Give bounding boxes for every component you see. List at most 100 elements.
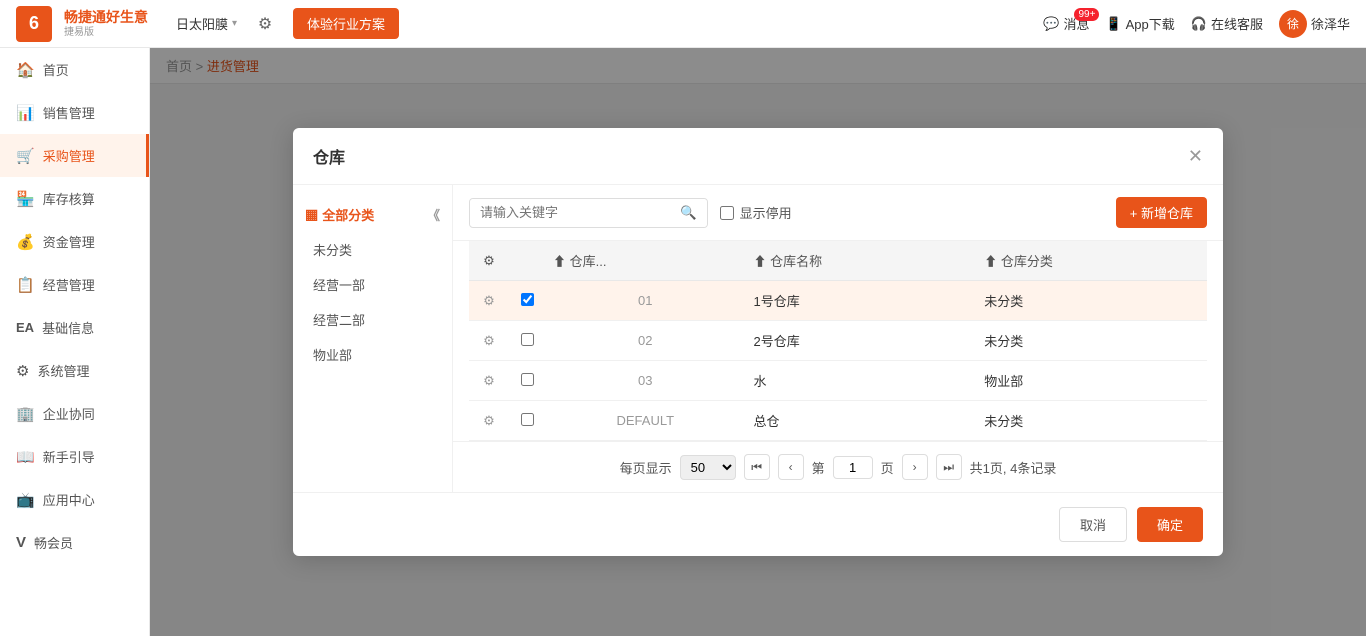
warehouse-table: ⚙ ⬆ 仓库... ⬆ 仓库名称	[469, 241, 1207, 441]
sidebar-item-inventory[interactable]: 🏪 库存核算	[0, 177, 149, 220]
brand-title: 畅捷通好生意	[64, 8, 148, 26]
col-header-settings[interactable]: ⚙	[469, 241, 509, 281]
table-row[interactable]: ⚙ 02 2号仓库 未分类	[469, 321, 1207, 361]
row-checkbox[interactable]	[521, 333, 534, 346]
row-name: 总仓	[746, 401, 977, 441]
row-checkbox-cell[interactable]	[509, 321, 545, 361]
col-header-code[interactable]: ⬆ 仓库...	[545, 241, 746, 281]
table-row[interactable]: ⚙ 03 水 物业部	[469, 361, 1207, 401]
category-item-dept1[interactable]: 经营一部	[293, 267, 452, 302]
warehouse-table-wrap: ⚙ ⬆ 仓库... ⬆ 仓库名称	[453, 241, 1223, 441]
table-row[interactable]: ⚙ 01 1号仓库 未分类	[469, 281, 1207, 321]
page-label: 第	[812, 458, 825, 477]
category-all-label[interactable]: 全部分类	[322, 205, 374, 224]
user-menu[interactable]: 徐 徐泽华	[1279, 10, 1350, 38]
settings-icon[interactable]: ⚙	[249, 8, 281, 40]
topbar-right: 💬 消息 99+ 📱 App下载 🎧 在线客服 徐 徐泽华	[1043, 10, 1350, 38]
sidebar-item-home[interactable]: 🏠 首页	[0, 48, 149, 91]
finance-icon: 💰	[16, 233, 35, 251]
first-page-button[interactable]: ⏮	[744, 454, 770, 480]
row-checkbox[interactable]	[521, 413, 534, 426]
enterprise-icon: 🏢	[16, 405, 35, 423]
per-page-label: 每页显示	[620, 458, 672, 477]
row-checkbox-cell[interactable]	[509, 401, 545, 441]
category-header: ▦ 全部分类 《	[293, 197, 452, 232]
sidebar-label-apps: 应用中心	[43, 490, 95, 509]
show-disabled-checkbox[interactable]	[720, 206, 734, 220]
col-header-name[interactable]: ⬆ 仓库名称	[746, 241, 977, 281]
next-page-button[interactable]: ›	[902, 454, 928, 480]
dialog-body: ▦ 全部分类 《 未分类 经营一部 经营二部 物业部	[293, 185, 1223, 492]
row-gear-icon[interactable]: ⚙	[469, 361, 509, 401]
cancel-button[interactable]: 取消	[1059, 507, 1127, 542]
add-warehouse-button[interactable]: + 新增仓库	[1116, 197, 1207, 228]
row-checkbox-cell[interactable]	[509, 281, 545, 321]
inventory-icon: 🏪	[16, 190, 35, 208]
row-checkbox[interactable]	[521, 293, 534, 306]
avatar: 徐	[1279, 10, 1307, 38]
message-button[interactable]: 💬 消息 99+	[1043, 14, 1089, 33]
category-item-dept2[interactable]: 经营二部	[293, 302, 452, 337]
row-number: 03	[545, 361, 746, 401]
online-service-button[interactable]: 🎧 在线客服	[1191, 14, 1263, 33]
row-checkbox[interactable]	[521, 373, 534, 386]
last-page-button[interactable]: ⏭	[936, 454, 962, 480]
store-selector[interactable]: 日太阳膜 ▾	[176, 14, 237, 33]
row-gear-icon[interactable]: ⚙	[469, 401, 509, 441]
col-header-check	[509, 241, 545, 281]
layout: 🏠 首页 📊 销售管理 🛒 采购管理 🏪 库存核算 💰 资金管理 📋 经营管理 …	[0, 48, 1366, 636]
sidebar-label-finance: 资金管理	[43, 232, 95, 251]
dialog-title: 仓库	[313, 144, 345, 168]
prev-page-button[interactable]: ‹	[778, 454, 804, 480]
row-category: 未分类	[976, 321, 1207, 361]
row-number: 01	[545, 281, 746, 321]
dialog-toolbar: 🔍 显示停用 + 新增仓库	[453, 185, 1223, 241]
logo: 6	[16, 6, 52, 42]
close-icon[interactable]: ✕	[1188, 146, 1203, 167]
trial-industry-button[interactable]: 体验行业方案	[293, 8, 399, 39]
brand-subtitle: 捷易版	[64, 26, 148, 39]
app-download-button[interactable]: 📱 App下载	[1105, 14, 1174, 33]
row-gear-icon[interactable]: ⚙	[469, 281, 509, 321]
search-input[interactable]	[470, 199, 670, 226]
sidebar-item-basic[interactable]: EA 基础信息	[0, 306, 149, 349]
sidebar-item-enterprise[interactable]: 🏢 企业协同	[0, 392, 149, 435]
search-button[interactable]: 🔍	[670, 199, 707, 227]
message-icon: 💬	[1043, 16, 1059, 32]
per-page-select[interactable]: 50 100	[680, 455, 736, 480]
table-row[interactable]: ⚙ DEFAULT 总仓 未分类	[469, 401, 1207, 441]
confirm-button[interactable]: 确定	[1137, 507, 1203, 542]
sidebar-item-system[interactable]: ⚙ 系统管理	[0, 349, 149, 392]
category-item-unclassified[interactable]: 未分类	[293, 232, 452, 267]
sidebar-label-vip: 畅会员	[34, 533, 73, 552]
row-name: 水	[746, 361, 977, 401]
page-input[interactable]	[833, 456, 873, 479]
category-item-property[interactable]: 物业部	[293, 337, 452, 372]
dialog-main-panel: 🔍 显示停用 + 新增仓库	[453, 185, 1223, 492]
sidebar-item-vip[interactable]: V 畅会员	[0, 521, 149, 564]
row-category: 未分类	[976, 401, 1207, 441]
row-checkbox-cell[interactable]	[509, 361, 545, 401]
sidebar-item-apps[interactable]: 📺 应用中心	[0, 478, 149, 521]
sidebar-item-purchase[interactable]: 🛒 采购管理	[0, 134, 149, 177]
dialog-overlay: 仓库 ✕ ▦ 全部分类 《 未分类	[150, 48, 1366, 636]
sidebar-label-home: 首页	[43, 60, 69, 79]
store-name: 日太阳膜	[176, 14, 228, 33]
show-disabled-checkbox-group: 显示停用	[720, 203, 792, 222]
mobile-icon: 📱	[1105, 16, 1121, 32]
dialog-header: 仓库 ✕	[293, 128, 1223, 185]
sidebar-label-enterprise: 企业协同	[43, 404, 95, 423]
sidebar-item-sales[interactable]: 📊 销售管理	[0, 91, 149, 134]
sidebar-item-business[interactable]: 📋 经营管理	[0, 263, 149, 306]
col-header-category[interactable]: ⬆ 仓库分类	[976, 241, 1207, 281]
home-icon: 🏠	[16, 61, 35, 79]
grid-icon: ▦	[305, 206, 318, 223]
row-gear-icon[interactable]: ⚙	[469, 321, 509, 361]
collapse-icon[interactable]: 《	[427, 205, 440, 224]
main-content: 首页 > 进货管理 仓库 ✕ ▦	[150, 48, 1366, 636]
sidebar-item-finance[interactable]: 💰 资金管理	[0, 220, 149, 263]
row-category: 物业部	[976, 361, 1207, 401]
basic-icon: EA	[16, 320, 34, 335]
row-category: 未分类	[976, 281, 1207, 321]
sidebar-item-guide[interactable]: 📖 新手引导	[0, 435, 149, 478]
